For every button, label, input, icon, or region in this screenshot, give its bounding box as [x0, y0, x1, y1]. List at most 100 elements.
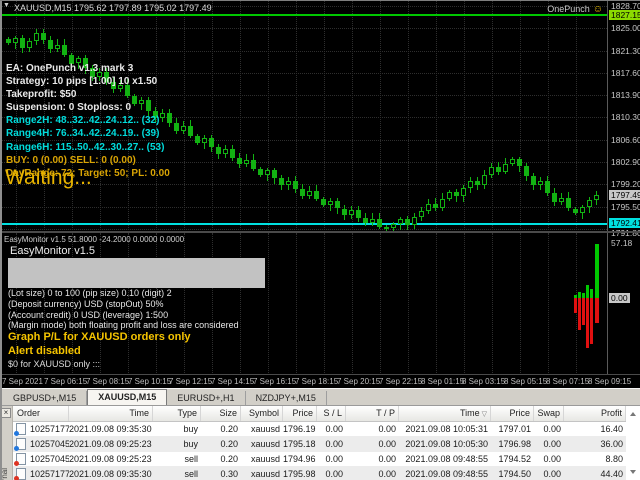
cell-swap: 0.00	[543, 454, 561, 464]
close-icon[interactable]: ×	[1, 408, 11, 418]
cell-size: 0.20	[220, 454, 238, 464]
cell-time: 2021.09.08 09:35:30	[69, 469, 152, 479]
candle-body	[237, 157, 242, 165]
cell-time: 2021.09.08 09:25:23	[69, 454, 152, 464]
candle-body	[559, 198, 564, 203]
column-header-profit[interactable]: Profit	[564, 406, 626, 421]
candle-body	[13, 38, 18, 43]
grid-vline	[296, 233, 297, 375]
table-row[interactable]: 1025717712021.09.08 09:35:30 sell 0.30 xauu…	[13, 467, 626, 480]
cell-price: 1794.50	[498, 469, 531, 479]
candle-body	[384, 226, 389, 229]
price-scale-label: 1817.60	[611, 68, 640, 78]
smiley-icon: ☺	[592, 4, 603, 15]
one-click-trading-arrow-icon[interactable]: ▼	[3, 2, 10, 9]
chart-tab-gbpusd-m15[interactable]: GBPUSD+,M15	[3, 391, 88, 405]
column-header-symbol[interactable]: Symbol	[241, 406, 283, 421]
cell-tp: 0.00	[378, 454, 396, 464]
column-header-swap[interactable]: Swap	[534, 406, 564, 421]
column-header-time[interactable]: Time ▽	[399, 406, 491, 421]
subwindow-splitter[interactable]	[0, 231, 640, 233]
price-scale-label: 1791.80	[611, 228, 640, 238]
candle-body	[545, 180, 550, 193]
candle-body	[335, 200, 340, 209]
candle-body	[412, 216, 417, 225]
buy-order-icon	[14, 423, 26, 436]
grid-vline	[492, 233, 493, 375]
candle-body	[573, 208, 578, 214]
time-axis-label: 7 Sep 20:15	[337, 377, 381, 386]
column-header-price[interactable]: Price	[491, 406, 534, 421]
loss-bar	[578, 298, 581, 330]
candle-body	[538, 180, 543, 186]
candle-body	[209, 137, 214, 147]
terminal-panel: × rnal Order Time Type Size Symbol Price S / L…	[0, 405, 640, 480]
scroll-down-icon[interactable]	[630, 470, 636, 474]
main-chart[interactable]: ▼ XAUUSD,M15 1795.62 1797.89 1795.02 179…	[0, 1, 607, 232]
table-scrollbar[interactable]	[626, 406, 640, 480]
table-row[interactable]: 1025704582021.09.08 09:25:23 sell 0.20 xauu…	[13, 452, 626, 467]
candle-body	[433, 203, 438, 209]
grid-vline	[464, 233, 465, 375]
cell-symbol: xauusd	[250, 454, 280, 464]
chart-title-ohlc: XAUUSD,M15 1795.62 1797.89 1795.02 1797.…	[14, 3, 212, 13]
candle-body	[377, 218, 382, 227]
candle-body	[391, 224, 396, 229]
candle-body	[552, 192, 557, 203]
candle-body	[349, 210, 354, 216]
candle-body	[489, 167, 494, 175]
table-row[interactable]: 1025704572021.09.08 09:25:23 buy 0.20 xauus…	[13, 437, 626, 452]
candle-body	[307, 190, 312, 196]
column-header-price[interactable]: Price	[283, 406, 317, 421]
chart-tab-eurusd-h1[interactable]: EURUSD+,H1	[167, 391, 246, 405]
chart-tab-nzdjpy-m15[interactable]: NZDJPY+,M15	[246, 391, 327, 405]
cell-size: 0.20	[220, 439, 238, 449]
candle-body	[475, 180, 480, 186]
scroll-up-icon[interactable]	[630, 412, 636, 416]
candle-body	[440, 198, 445, 209]
candle-body	[286, 180, 291, 186]
ea-status-overlay: EA: OnePunch v1.3 mark 3 Strategy: 10 pip…	[6, 62, 170, 180]
cell-size: 0.20	[220, 424, 238, 434]
column-header-sl[interactable]: S / L	[317, 406, 346, 421]
candle-body	[314, 190, 319, 199]
loss-bar	[586, 298, 589, 349]
candle-body	[27, 41, 32, 48]
column-header-type[interactable]: Type	[153, 406, 201, 421]
grid-hline	[0, 207, 607, 208]
mt4-window: ▼ XAUUSD,M15 1795.62 1797.89 1795.02 179…	[0, 0, 640, 480]
cell-type: sell	[184, 469, 198, 479]
cell-time: 2021.09.08 09:48:55	[405, 454, 488, 464]
cell-swap: 0.00	[543, 469, 561, 479]
candle-body	[461, 187, 466, 197]
candle-body	[223, 149, 228, 154]
column-header-size[interactable]: Size	[201, 406, 241, 421]
cell-swap: 0.00	[543, 424, 561, 434]
ea-badge-label: OnePunch	[547, 4, 590, 14]
time-axis-label: 7 Sep 16:15	[253, 377, 297, 386]
chart-tab-xauusd-m15[interactable]: XAUUSD,M15	[87, 389, 168, 405]
profit-bar	[586, 285, 589, 298]
time-axis[interactable]: 7 Sep 2021 7 Sep 06:15 7 Sep 08:15 7 Sep 10…	[0, 375, 640, 388]
column-header-order[interactable]: Order	[13, 406, 69, 421]
cell-symbol: xauusd	[250, 424, 280, 434]
support-line[interactable]	[0, 223, 607, 225]
column-header-time[interactable]: Time	[69, 406, 153, 421]
profit-bar	[595, 243, 599, 298]
time-axis-separator	[0, 374, 640, 375]
table-row[interactable]: 1025717722021.09.08 09:35:30 buy 0.20 xauus…	[13, 422, 626, 437]
column-header-tp[interactable]: T / P	[346, 406, 399, 421]
candle-body	[279, 178, 284, 186]
indicator-subwindow[interactable]: EasyMonitor v1.5 51.8000 -24.2000 0.0000…	[0, 233, 607, 375]
cell-profit: 44.40	[600, 469, 623, 479]
price-scale-label: 1810.30	[611, 112, 640, 122]
cell-time: 2021.09.08 09:25:23	[69, 439, 152, 449]
resistance-line[interactable]	[0, 14, 607, 16]
grid-vline	[520, 233, 521, 375]
cell-time: 2021.09.08 10:05:31	[405, 424, 488, 434]
grid-vline	[380, 233, 381, 375]
price-scale[interactable]: 1828.70 1827.15 1825.00 1821.30 1817.60 1813.…	[607, 1, 640, 375]
candle-body	[482, 174, 487, 186]
cell-symbol: xauusd	[250, 439, 280, 449]
candle-body	[251, 159, 256, 169]
